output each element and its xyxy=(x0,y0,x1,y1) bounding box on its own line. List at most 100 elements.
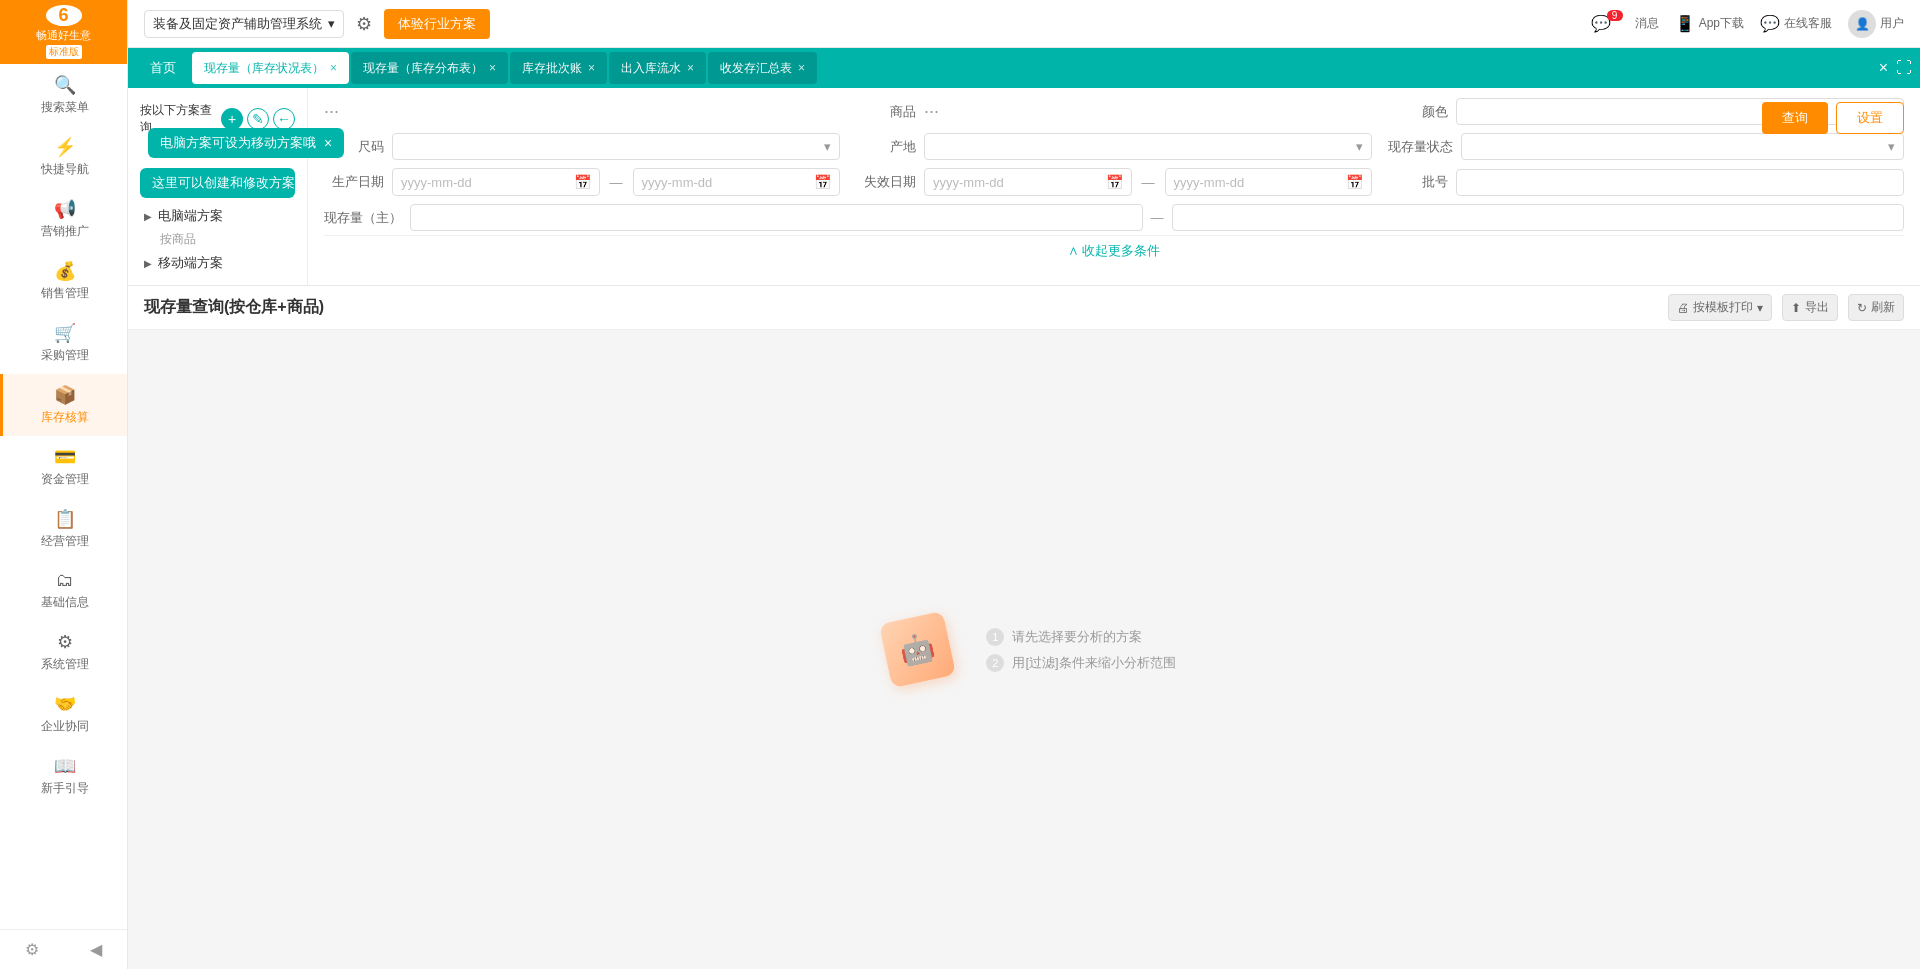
scheme-item-mobile[interactable]: ▶ 移动端方案 xyxy=(144,251,307,275)
qty-range-sep: — xyxy=(1151,210,1164,225)
tooltip-2-text: 这里可以创建和修改方案哦 xyxy=(152,174,308,192)
scheme-tooltip-2: 这里可以创建和修改方案哦 × xyxy=(140,168,295,198)
sidebar-item-sales[interactable]: 💰 销售管理 xyxy=(0,250,127,312)
edit-scheme-button[interactable]: ✎ xyxy=(247,108,269,130)
tooltip-1-close[interactable]: × xyxy=(324,135,332,151)
sidebar-item-purchase[interactable]: 🛒 采购管理 xyxy=(0,312,127,374)
filter-input-batch[interactable] xyxy=(1456,169,1904,196)
collapse-button[interactable]: ◀ xyxy=(90,940,102,959)
scheme-item-pc[interactable]: ▶ 电脑端方案 xyxy=(144,204,307,228)
filter-label-origin: 产地 xyxy=(856,138,916,156)
search-button[interactable]: 查询 xyxy=(1762,102,1828,134)
tab-close-inout-flow[interactable]: × xyxy=(687,61,694,75)
marketing-icon: 📢 xyxy=(54,198,76,220)
filter-label-qty: 现存量（主） xyxy=(324,209,402,227)
filter-date-mfg-from[interactable]: yyyy-mm-dd 📅 xyxy=(392,168,600,196)
sidebar-footer: ⚙ ◀ xyxy=(0,929,127,969)
sidebar-logo: 6 畅通好生意 标准版 xyxy=(0,0,127,64)
user-avatar: 👤 xyxy=(1848,10,1876,38)
tab-actions: × ⛶ xyxy=(1879,59,1912,77)
filter-label-exp-date: 失效日期 xyxy=(856,173,916,191)
sidebar-item-finance[interactable]: 💳 资金管理 xyxy=(0,436,127,498)
sidebar-item-search[interactable]: 🔍 搜索菜单 xyxy=(0,64,127,126)
reset-button[interactable]: 设置 xyxy=(1836,102,1904,134)
filter-date-exp-from[interactable]: yyyy-mm-dd 📅 xyxy=(924,168,1132,196)
sidebar-item-operations[interactable]: 📋 经营管理 xyxy=(0,498,127,560)
system-name: 装备及固定资产辅助管理系统 xyxy=(153,15,322,33)
tab-recv-send[interactable]: 收发存汇总表 × xyxy=(708,52,817,84)
tab-inventory-status[interactable]: 现存量（库存状况表） × xyxy=(192,52,349,84)
collapse-label: 收起更多条件 xyxy=(1082,243,1160,258)
sidebar-item-marketing[interactable]: 📢 营销推广 xyxy=(0,188,127,250)
add-scheme-button[interactable]: + xyxy=(221,108,243,130)
expand-icon-mobile: ▶ xyxy=(144,258,152,269)
sidebar-item-enterprise[interactable]: 🤝 企业协同 xyxy=(0,683,127,745)
tab-close-recv-send[interactable]: × xyxy=(798,61,805,75)
tab-label-recv-send: 收发存汇总表 xyxy=(720,60,792,77)
sidebar-item-system[interactable]: ⚙ 系统管理 xyxy=(0,621,127,683)
sidebar-item-guide[interactable]: 📖 新手引导 xyxy=(0,745,127,807)
sidebar-badge: 标准版 xyxy=(46,45,82,59)
calendar-mfg-from-icon[interactable]: 📅 xyxy=(574,174,591,190)
sidebar-item-inventory[interactable]: 📦 库存核算 xyxy=(0,374,127,436)
tab-batch-account[interactable]: 库存批次账 × xyxy=(510,52,607,84)
tab-close-all-button[interactable]: × xyxy=(1879,59,1888,77)
tab-home[interactable]: 首页 xyxy=(136,48,190,88)
sidebar: 6 畅通好生意 标准版 🔍 搜索菜单 ⚡ 快捷导航 📢 营销推广 💰 销售管理 … xyxy=(0,0,128,969)
sidebar-item-quicknav[interactable]: ⚡ 快捷导航 xyxy=(0,126,127,188)
scheme-sub-item-default[interactable]: 按商品 xyxy=(160,228,307,251)
hint-text-1: 请先选择要分析的方案 xyxy=(1012,628,1142,646)
app-download-item[interactable]: 📱 App下载 xyxy=(1675,14,1744,33)
filter-select-origin[interactable]: ▾ xyxy=(924,133,1372,160)
sidebar-item-quicknav-label: 快捷导航 xyxy=(41,161,89,178)
refresh-button[interactable]: ↻ 刷新 xyxy=(1848,294,1904,321)
system-selector[interactable]: 装备及固定资产辅助管理系统 ▾ xyxy=(144,10,344,38)
tab-inventory-dist[interactable]: 现存量（库存分布表） × xyxy=(351,52,508,84)
calendar-mfg-to-icon[interactable]: 📅 xyxy=(814,174,831,190)
empty-icon-robot: 🤖 xyxy=(897,630,938,670)
empty-icon-box: 🤖 xyxy=(879,611,956,688)
filter-cell-exp-date: 失效日期 yyyy-mm-dd 📅 — yyyy-mm-dd 📅 xyxy=(856,168,1372,196)
export-button[interactable]: ⬆ 导出 xyxy=(1782,294,1838,321)
filter-date-mfg-to[interactable]: yyyy-mm-dd 📅 xyxy=(633,168,841,196)
filter-select-status[interactable]: ▾ xyxy=(1461,133,1904,160)
filter-label-batch: 批号 xyxy=(1388,173,1448,191)
online-support-item[interactable]: 💬 在线客服 xyxy=(1760,14,1832,33)
tab-close-inventory-dist[interactable]: × xyxy=(489,61,496,75)
scheme-list-pc: ▶ 电脑端方案 按商品 ▶ 移动端方案 xyxy=(128,204,307,275)
filter-select-size[interactable]: ▾ xyxy=(392,133,840,160)
tab-maximize-button[interactable]: ⛶ xyxy=(1896,59,1912,77)
back-scheme-button[interactable]: ← xyxy=(273,108,295,130)
filter-cell-mfg-date: 生产日期 yyyy-mm-dd 📅 — yyyy-mm-dd 📅 xyxy=(324,168,840,196)
export-label: 导出 xyxy=(1805,299,1829,316)
filter-input-qty-to[interactable] xyxy=(1172,204,1905,231)
tooltip-2-close[interactable]: × xyxy=(316,175,324,191)
tab-close-inventory-status[interactable]: × xyxy=(330,61,337,75)
tab-label-inventory-status: 现存量（库存状况表） xyxy=(204,60,324,77)
tab-inout-flow[interactable]: 出入库流水 × xyxy=(609,52,706,84)
filter-cell-size: 尺码 ▾ xyxy=(324,133,840,160)
hint-num-2: 2 xyxy=(986,654,1004,672)
main-content: 装备及固定资产辅助管理系统 ▾ ⚙ 体验行业方案 💬 9 消息 📱 App下载 … xyxy=(128,0,1920,969)
filter-input-qty-from[interactable] xyxy=(410,204,1143,231)
calendar-exp-from-icon[interactable]: 📅 xyxy=(1106,174,1123,190)
settings-button[interactable]: ⚙ xyxy=(25,940,39,959)
sidebar-item-guide-label: 新手引导 xyxy=(41,780,89,797)
empty-hint-2: 2 用[过滤]条件来缩小分析范围 xyxy=(986,654,1175,672)
print-button[interactable]: 🖨 按模板打印 ▾ xyxy=(1668,294,1772,321)
scheme-tooltip-2-wrapper: 这里可以创建和修改方案哦 × xyxy=(140,168,295,198)
tab-close-batch-account[interactable]: × xyxy=(588,61,595,75)
more-dots-1[interactable]: ··· xyxy=(324,101,339,122)
trial-button[interactable]: 体验行业方案 xyxy=(384,9,490,39)
online-support-icon: 💬 xyxy=(1760,14,1780,33)
settings-gear-icon[interactable]: ⚙ xyxy=(356,13,372,35)
notification-item[interactable]: 💬 9 消息 xyxy=(1591,14,1659,33)
calendar-exp-to-icon[interactable]: 📅 xyxy=(1346,174,1363,190)
more-dots-2[interactable]: ··· xyxy=(924,101,939,122)
logo-text: 6 xyxy=(58,5,68,26)
sidebar-item-basic[interactable]: 🗂 基础信息 xyxy=(0,560,127,621)
collapse-row[interactable]: ∧ 收起更多条件 xyxy=(324,235,1904,266)
notification-label: 消息 xyxy=(1635,15,1659,32)
filter-date-exp-to[interactable]: yyyy-mm-dd 📅 xyxy=(1165,168,1373,196)
user-item[interactable]: 👤 用户 xyxy=(1848,10,1904,38)
